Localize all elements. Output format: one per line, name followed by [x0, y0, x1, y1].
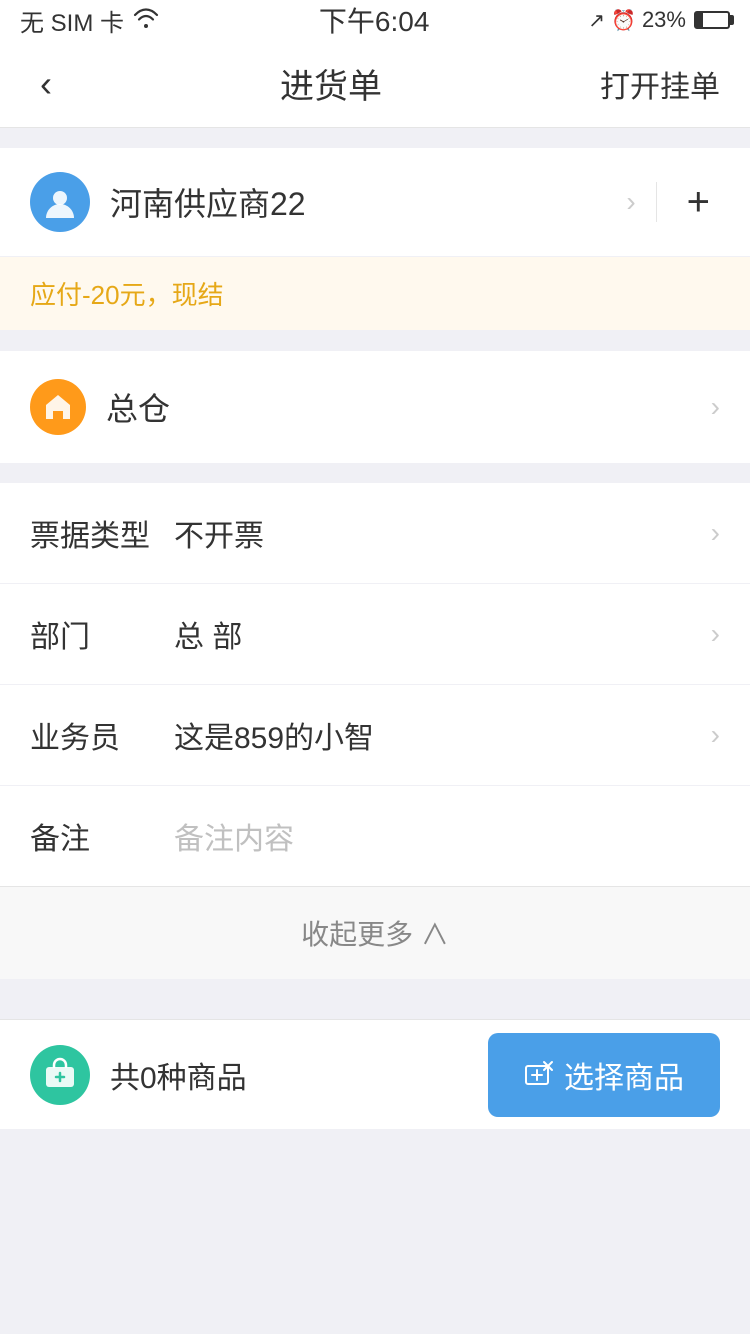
- battery-label: 23%: [642, 7, 686, 33]
- page-title: 进货单: [280, 59, 382, 108]
- product-count-label: 共0种商品: [110, 1053, 488, 1097]
- warehouse-icon: [30, 379, 86, 435]
- collapse-button[interactable]: 收起更多 ∧: [0, 886, 750, 979]
- open-pending-button[interactable]: 打开挂单: [600, 62, 720, 106]
- supplier-section: 河南供应商22 › + 应付-20元，现结: [0, 148, 750, 331]
- supplier-chevron-icon: ›: [626, 186, 635, 218]
- product-icon: [30, 1045, 90, 1105]
- warehouse-section[interactable]: 总仓 ›: [0, 351, 750, 463]
- status-right: ↗ ⏰ 23%: [588, 7, 730, 33]
- select-product-button[interactable]: 选择商品: [488, 1033, 720, 1117]
- warehouse-row[interactable]: 总仓 ›: [0, 351, 750, 463]
- supplier-row[interactable]: 河南供应商22 › +: [0, 148, 750, 257]
- select-product-label: 选择商品: [564, 1053, 684, 1097]
- add-supplier-button[interactable]: +: [677, 176, 720, 229]
- salesperson-value: 这是859的小智: [174, 713, 701, 757]
- alarm-icon: ⏰: [611, 8, 636, 33]
- nav-bar: ‹ 进货单 打开挂单: [0, 40, 750, 128]
- department-label: 部门: [30, 612, 150, 656]
- back-button[interactable]: ‹: [30, 53, 62, 115]
- remark-label: 备注: [30, 814, 150, 858]
- salesperson-row[interactable]: 业务员 这是859的小智 ›: [0, 685, 750, 786]
- department-chevron-icon: ›: [711, 618, 720, 650]
- wifi-icon: [132, 6, 160, 35]
- salesperson-chevron-icon: ›: [711, 719, 720, 751]
- department-value: 总 部: [174, 612, 701, 656]
- gap-2: [0, 463, 750, 483]
- status-time: 下午6:04: [319, 0, 430, 40]
- invoice-type-value: 不开票: [174, 511, 701, 555]
- select-product-icon: [524, 1060, 554, 1090]
- status-bar: 无 SIM 卡 下午6:04 ↗ ⏰ 23%: [0, 0, 750, 40]
- location-icon: ↗: [588, 8, 605, 33]
- invoice-type-label: 票据类型: [30, 511, 150, 555]
- invoice-type-chevron-icon: ›: [711, 517, 720, 549]
- supplier-avatar: [30, 172, 90, 232]
- remark-row[interactable]: 备注 备注内容: [0, 786, 750, 886]
- gap-1: [0, 331, 750, 351]
- supplier-notice: 应付-20元，现结: [0, 257, 750, 331]
- bottom-bar: 共0种商品 选择商品: [0, 1019, 750, 1129]
- carrier-label: 无 SIM 卡: [20, 3, 124, 38]
- department-row[interactable]: 部门 总 部 ›: [0, 584, 750, 685]
- top-gap: [0, 128, 750, 148]
- supplier-divider: [656, 182, 657, 222]
- invoice-type-row[interactable]: 票据类型 不开票 ›: [0, 483, 750, 584]
- status-left: 无 SIM 卡: [20, 3, 160, 38]
- warehouse-chevron-icon: ›: [711, 391, 720, 423]
- remark-input[interactable]: 备注内容: [174, 814, 720, 858]
- supplier-name: 河南供应商22: [110, 179, 626, 225]
- warehouse-name: 总仓: [106, 384, 701, 430]
- form-section: 票据类型 不开票 › 部门 总 部 › 业务员 这是859的小智 › 备注 备注…: [0, 483, 750, 886]
- battery-icon: [694, 11, 730, 29]
- gap-3: [0, 979, 750, 999]
- salesperson-label: 业务员: [30, 713, 150, 757]
